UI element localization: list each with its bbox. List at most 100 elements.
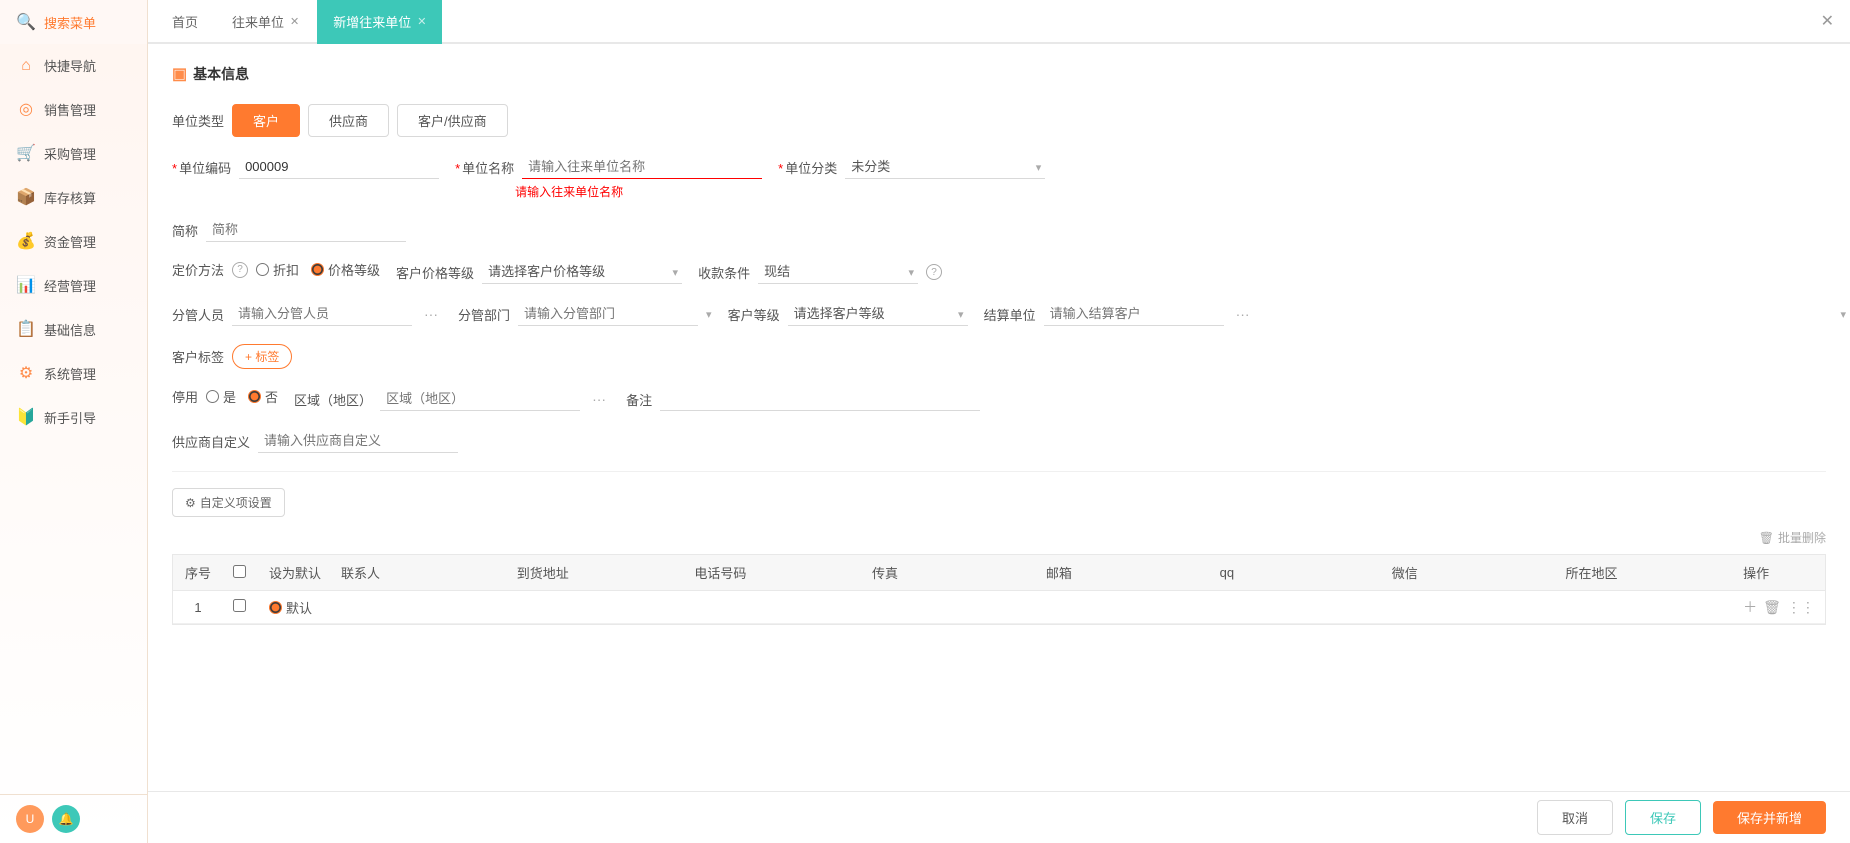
pricing-method-label: 定价方法 — [172, 260, 224, 279]
unit-name-input[interactable] — [522, 155, 762, 179]
manager-more-icon[interactable]: ··· — [420, 306, 442, 322]
td-region — [1556, 591, 1734, 624]
tab-partners-close[interactable]: ✕ — [290, 15, 299, 28]
unit-category-select[interactable]: 未分类 — [845, 155, 1045, 179]
th-default: 设为默认 — [259, 555, 331, 591]
table-select-all[interactable] — [233, 565, 246, 578]
td-phone — [684, 591, 862, 624]
region-input[interactable] — [380, 387, 580, 411]
disabled-yes-option[interactable]: 是 — [206, 387, 236, 406]
tab-home[interactable]: 首页 — [156, 0, 214, 44]
manager-group: 分管人员 ··· 分管部门 ▾ 客户等级 请选择客户等级 — [172, 302, 1826, 326]
wechat-input[interactable] — [1392, 600, 1546, 615]
fax-input[interactable] — [872, 600, 1026, 615]
short-name-input[interactable] — [206, 218, 406, 242]
sales-icon: ◎ — [16, 99, 36, 119]
user-avatar[interactable]: U — [16, 805, 44, 833]
department-field: 分管部门 ▾ — [458, 302, 712, 326]
purchase-icon: 🛒 — [16, 143, 36, 163]
department-dropdown-icon[interactable]: ▾ — [706, 308, 712, 321]
row-add-button[interactable]: ＋ — [1743, 597, 1757, 617]
divider — [172, 471, 1826, 472]
save-button[interactable]: 保存 — [1625, 800, 1701, 835]
payment-terms-label: 收款条件 — [698, 263, 750, 282]
contacts-table-element: 序号 设为默认 联系人 到货地址 电话号码 传真 邮箱 qq 微信 所在地区 — [173, 555, 1825, 624]
operations-icon: 📊 — [16, 275, 36, 295]
type-btn-supplier[interactable]: 供应商 — [308, 104, 389, 137]
batch-delete-button[interactable]: 🗑 批量删除 — [172, 529, 1826, 546]
th-checkbox — [223, 555, 259, 591]
sidebar-item-quick-nav[interactable]: ⌂ 快捷导航 — [0, 44, 147, 87]
region-more-icon[interactable]: ··· — [588, 391, 610, 407]
th-action: 操作 — [1733, 555, 1825, 591]
pricing-help-icon[interactable]: ? — [232, 262, 248, 278]
sidebar-item-sales[interactable]: ◎ 销售管理 — [0, 87, 147, 131]
gear-icon: ⚙ — [185, 496, 196, 510]
pricing-discount-option[interactable]: 折扣 — [256, 260, 299, 279]
pricing-level-option[interactable]: 价格等级 — [311, 260, 380, 279]
tabbar-close-all[interactable]: ✕ — [1813, 11, 1842, 31]
row-region-input[interactable] — [1566, 600, 1724, 615]
section-header: ▣ 基本信息 — [172, 64, 1826, 84]
phone-input[interactable] — [694, 600, 852, 615]
supplier-custom-input[interactable] — [258, 429, 458, 453]
pricing-method-field: 定价方法 ? 折扣 价格等级 — [172, 260, 380, 279]
customer-level-label: 客户等级 — [728, 305, 780, 324]
payment-terms-field: 收款条件 现结 ? — [698, 260, 942, 284]
department-input[interactable] — [518, 302, 698, 326]
email-input[interactable] — [1046, 600, 1200, 615]
type-buttons: 客户 供应商 客户/供应商 — [232, 104, 508, 137]
tab-partners[interactable]: 往来单位 ✕ — [216, 0, 315, 44]
sidebar-bottom: U 🔔 — [0, 794, 147, 843]
sidebar-item-purchase[interactable]: 🛒 采购管理 — [0, 131, 147, 175]
tab-new-partner-close[interactable]: ✕ — [417, 15, 426, 28]
sidebar-search[interactable]: 🔍 搜索菜单 — [0, 0, 147, 44]
row-delete-button[interactable]: 🗑 — [1763, 599, 1781, 616]
sidebar-item-operations[interactable]: 📊 经营管理 — [0, 263, 147, 307]
sidebar-item-guide[interactable]: 🔰 新手引导 — [0, 395, 147, 439]
disabled-field: 停用 是 否 — [172, 387, 278, 406]
unit-category-field: *单位分类 未分类 — [778, 155, 1045, 179]
tabbar: 首页 往来单位 ✕ 新增往来单位 ✕ ✕ — [148, 0, 1850, 44]
pricing-group: 定价方法 ? 折扣 价格等级 客户价格等级 — [172, 260, 1826, 284]
unit-code-label: *单位编码 — [172, 158, 231, 177]
payment-terms-select[interactable]: 现结 — [758, 260, 918, 284]
notifications-icon[interactable]: 🔔 — [52, 805, 80, 833]
unit-code-input[interactable] — [239, 155, 439, 179]
supplier-custom-field: 供应商自定义 — [172, 429, 458, 453]
td-checkbox — [223, 591, 259, 624]
guide-icon: 🔰 — [16, 407, 36, 427]
row-checkbox[interactable] — [233, 599, 246, 612]
unit-name-error: 请输入往来单位名称 — [515, 183, 623, 200]
td-contact — [331, 591, 507, 624]
system-icon: ⚙ — [16, 363, 36, 383]
cancel-button[interactable]: 取消 — [1537, 800, 1613, 835]
type-btn-both[interactable]: 客户/供应商 — [397, 104, 508, 137]
td-action: ＋ 🗑 ⋮⋮ — [1733, 591, 1825, 624]
qq-input[interactable] — [1220, 600, 1372, 615]
remark-input[interactable] — [660, 387, 980, 411]
sidebar-item-system[interactable]: ⚙ 系统管理 — [0, 351, 147, 395]
th-contact: 联系人 — [331, 555, 507, 591]
add-tag-button[interactable]: + 标签 — [232, 344, 292, 369]
contact-input[interactable] — [341, 600, 497, 615]
manager-input[interactable] — [232, 302, 412, 326]
settlement-unit-more-icon[interactable]: ··· — [1232, 306, 1254, 322]
th-seq: 序号 — [173, 555, 223, 591]
settlement-unit-label: 结算单位 — [984, 305, 1036, 324]
remark-label: 备注 — [626, 390, 652, 409]
type-btn-customer[interactable]: 客户 — [232, 104, 300, 137]
tab-new-partner[interactable]: 新增往来单位 ✕ — [317, 0, 442, 44]
custom-settings-button[interactable]: ⚙ 自定义项设置 — [172, 488, 285, 517]
payment-terms-help-icon[interactable]: ? — [926, 264, 942, 280]
sidebar-item-finance[interactable]: 💰 资金管理 — [0, 219, 147, 263]
customer-level-select[interactable]: 请选择客户等级 — [788, 302, 968, 326]
row-drag-handle[interactable]: ⋮⋮ — [1787, 599, 1815, 616]
disabled-no-option[interactable]: 否 — [248, 387, 278, 406]
settlement-unit-input[interactable] — [1044, 302, 1224, 326]
sidebar-item-inventory[interactable]: 📦 库存核算 — [0, 175, 147, 219]
save-new-button[interactable]: 保存并新增 — [1713, 801, 1826, 834]
sidebar-item-basic-info[interactable]: 📋 基础信息 — [0, 307, 147, 351]
customer-price-level-select[interactable]: 请选择客户价格等级 — [482, 260, 682, 284]
address-input[interactable] — [517, 600, 675, 615]
